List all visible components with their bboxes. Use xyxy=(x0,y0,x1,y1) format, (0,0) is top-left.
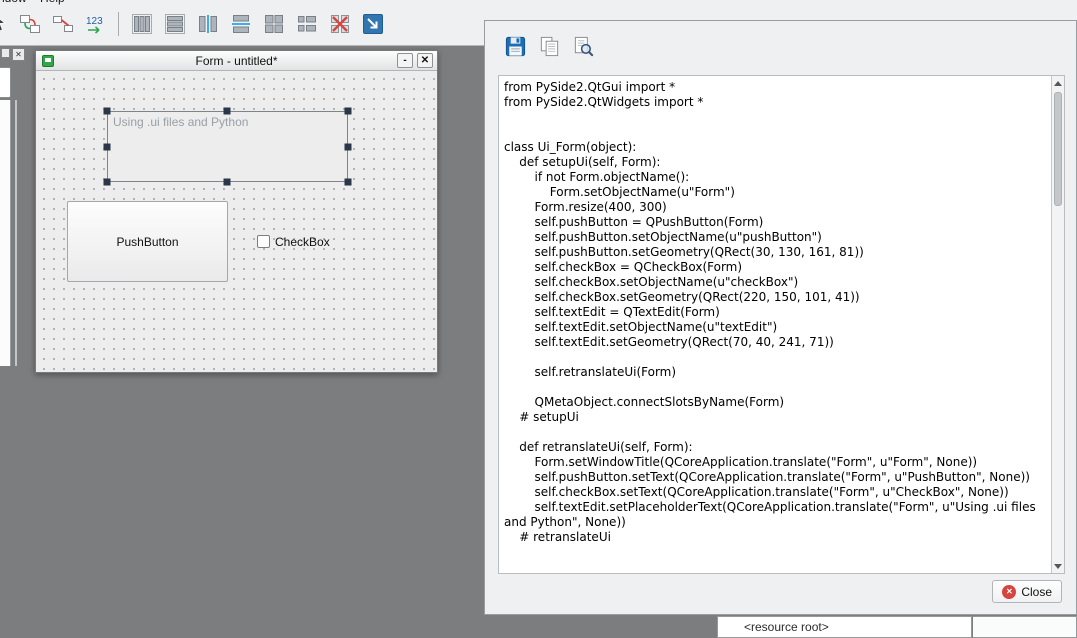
lay-out-vertically-icon xyxy=(163,12,187,36)
adjust-size-icon xyxy=(361,12,385,36)
form-window-minimize-button[interactable]: - xyxy=(397,53,413,68)
selection-handle[interactable] xyxy=(104,179,111,186)
checkbox-label: CheckBox xyxy=(275,235,330,249)
selection-handle[interactable] xyxy=(345,143,352,150)
form-checkbox-widget[interactable]: CheckBox xyxy=(257,221,358,262)
lay-out-vertically-button[interactable] xyxy=(158,7,191,41)
dock-close-button[interactable]: ✕ xyxy=(12,48,25,61)
tab-order-digits: 123 xyxy=(86,16,103,27)
selection-handle[interactable] xyxy=(345,179,352,186)
lay-out-in-grid-button[interactable] xyxy=(257,7,290,41)
selection-handle[interactable] xyxy=(345,108,352,115)
selection-handle[interactable] xyxy=(104,143,111,150)
edit-tab-order-button[interactable]: 123 xyxy=(79,7,112,41)
form-pushbutton-widget[interactable]: PushButton xyxy=(67,201,228,282)
form-window-close-button[interactable]: ✕ xyxy=(417,53,433,68)
form-window-titlebar[interactable]: Form - untitled* - ✕ xyxy=(36,51,437,71)
dock-float-button[interactable] xyxy=(1,48,10,58)
adjust-size-button[interactable] xyxy=(356,7,389,41)
pushbutton-label: PushButton xyxy=(116,235,178,249)
triangle-up-icon xyxy=(1054,81,1062,86)
toolbar-separator xyxy=(118,12,119,36)
resource-browser-column-fragment xyxy=(973,616,1077,638)
code-dialog-toolbar xyxy=(502,33,596,59)
widgetbox-filter-fragment[interactable] xyxy=(0,67,11,98)
copy-button[interactable] xyxy=(536,33,562,59)
form-window-title: Form - untitled* xyxy=(195,54,277,68)
lay-out-horizontally-button[interactable] xyxy=(125,7,158,41)
textedit-placeholder-text: Using .ui files and Python xyxy=(108,112,347,132)
find-button[interactable] xyxy=(570,33,596,59)
checkbox-box[interactable] xyxy=(257,235,270,248)
widgetbox-list-fragment xyxy=(0,100,11,366)
qt-designer-app: Window Help xyxy=(0,0,1077,638)
close-red-icon: ✕ xyxy=(1002,585,1016,599)
selection-handle[interactable] xyxy=(224,108,231,115)
form-editor-window: Form - untitled* - ✕ Using .ui files and… xyxy=(35,50,438,373)
toolbar: 123 xyxy=(0,7,389,41)
selection-handle[interactable] xyxy=(104,108,111,115)
edit-signals-slots-icon xyxy=(18,12,42,36)
lay-out-in-form-layout-icon xyxy=(295,12,319,36)
selection-handle[interactable] xyxy=(224,179,231,186)
edit-buddies-button[interactable] xyxy=(46,7,79,41)
scroll-up-arrow[interactable] xyxy=(1052,76,1064,90)
code-scrollbar[interactable] xyxy=(1051,76,1064,573)
copy-icon xyxy=(538,35,561,58)
close-button[interactable]: ✕ Close xyxy=(992,580,1062,603)
save-icon xyxy=(504,35,527,58)
form-window-icon xyxy=(42,55,54,67)
edit-tab-order-icon: 123 xyxy=(84,12,108,36)
form-textedit-widget[interactable]: Using .ui files and Python xyxy=(107,111,348,182)
save-button[interactable] xyxy=(502,33,528,59)
lay-out-vertically-in-splitter-icon xyxy=(229,12,253,36)
lay-out-in-grid-icon xyxy=(262,12,286,36)
edit-buddies-icon xyxy=(51,12,75,36)
triangle-down-icon xyxy=(1054,564,1062,569)
code-preview-dialog: from PySide2.QtGui import * from PySide2… xyxy=(484,20,1077,615)
lay-out-horizontally-in-splitter-button[interactable] xyxy=(191,7,224,41)
scroll-down-arrow[interactable] xyxy=(1052,559,1064,573)
break-layout-button[interactable] xyxy=(323,7,356,41)
break-layout-icon xyxy=(328,12,352,36)
edit-widgets-button[interactable] xyxy=(0,7,13,41)
resource-root-label: <resource root> xyxy=(744,620,829,634)
lay-out-in-form-layout-button[interactable] xyxy=(290,7,323,41)
widgetbox-scrollbar-fragment[interactable] xyxy=(15,100,17,366)
close-button-label: Close xyxy=(1021,585,1052,599)
form-canvas[interactable]: Using .ui files and Python PushButton Ch… xyxy=(36,71,437,372)
lay-out-horizontally-in-splitter-icon xyxy=(196,12,220,36)
resource-browser-root[interactable]: <resource root> xyxy=(717,616,972,638)
code-view: from PySide2.QtGui import * from PySide2… xyxy=(498,75,1065,574)
code-text[interactable]: from PySide2.QtGui import * from PySide2… xyxy=(499,76,1051,573)
lay-out-vertically-in-splitter-button[interactable] xyxy=(224,7,257,41)
lay-out-horizontally-icon xyxy=(130,12,154,36)
menu-window[interactable]: Window xyxy=(0,0,27,5)
scrollbar-thumb[interactable] xyxy=(1054,92,1062,206)
find-icon xyxy=(572,35,595,58)
edit-signals-slots-button[interactable] xyxy=(13,7,46,41)
edit-widgets-icon xyxy=(0,12,9,36)
menu-help[interactable]: Help xyxy=(40,0,65,5)
